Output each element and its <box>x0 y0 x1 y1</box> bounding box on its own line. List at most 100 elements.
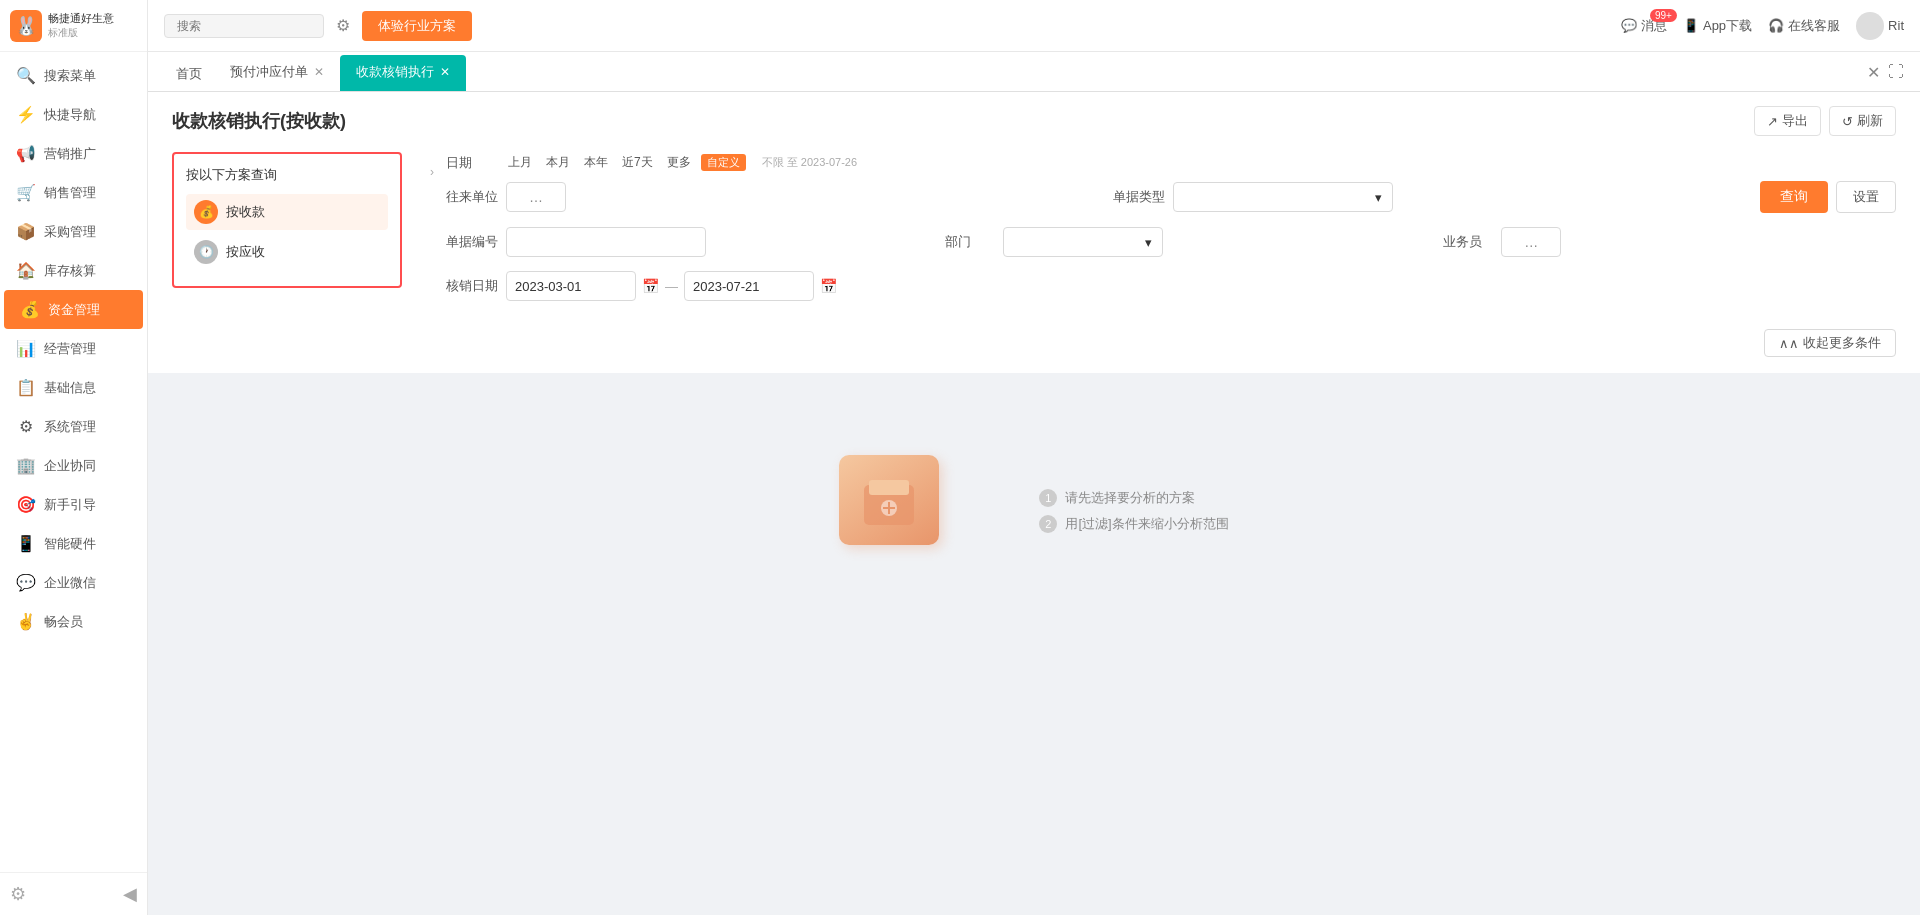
settings-icon[interactable]: ⚙ <box>10 883 26 905</box>
filter-option-label: 按收款 <box>226 203 265 221</box>
sidebar-item-label: 经营管理 <box>44 340 96 358</box>
docno-input[interactable] <box>506 227 706 257</box>
staff-input[interactable]: … <box>1501 227 1561 257</box>
sidebar-item-finance[interactable]: 💰 资金管理 <box>4 290 143 329</box>
search-icon: 🔍 <box>16 66 36 85</box>
expand-tab-button[interactable]: ⛶ <box>1888 62 1904 81</box>
service-icon: 🎧 <box>1768 18 1784 33</box>
receivable-icon: 🕐 <box>194 240 218 264</box>
close-tab-button[interactable]: ✕ <box>1867 62 1880 81</box>
refresh-button[interactable]: ↺ 刷新 <box>1829 106 1896 136</box>
purchase-icon: 📦 <box>16 222 36 241</box>
filter-collapse-btn[interactable]: › <box>422 152 442 192</box>
empty-box-icon <box>839 455 939 545</box>
filter-more-row: ∧∧ 收起更多条件 <box>172 329 1896 357</box>
svg-rect-1 <box>869 480 909 495</box>
date-7days[interactable]: 近7天 <box>618 152 657 173</box>
settings-gear-icon[interactable]: ⚙ <box>336 16 350 35</box>
operation-icon: 📊 <box>16 339 36 358</box>
doctype-select[interactable]: ▾ <box>1173 182 1393 212</box>
sidebar-item-label: 智能硬件 <box>44 535 96 553</box>
sidebar-bottom: ⚙ ◀ <box>0 872 147 915</box>
sidebar-item-basic[interactable]: 📋 基础信息 <box>0 368 147 407</box>
filter-option-by-receipt[interactable]: 💰 按收款 <box>186 194 388 230</box>
filter-fields-row-3: 单据编号 部门 ▾ 业务员 … <box>446 227 1896 257</box>
collapse-sidebar-btn[interactable]: ◀ <box>123 883 137 905</box>
topbar-left: ⚙ 体验行业方案 <box>164 11 472 41</box>
filter-date-row: 日期 上月 本月 本年 近7天 更多 自定义 不限 至 2023-0 <box>446 152 1896 173</box>
sidebar-item-hardware[interactable]: 📱 智能硬件 <box>0 524 147 563</box>
counterpart-input[interactable]: … <box>506 182 566 212</box>
filter-panel: 按以下方案查询 💰 按收款 🕐 按应收 › <box>148 136 1920 373</box>
chevron-down-icon: ▾ <box>1375 190 1382 205</box>
dept-field: 部门 ▾ <box>945 227 1398 257</box>
tab-receivable-close-icon[interactable]: ✕ <box>440 65 450 79</box>
sidebar-item-label: 销售管理 <box>44 184 96 202</box>
calendar-start-icon[interactable]: 📅 <box>642 278 659 294</box>
tab-prepay[interactable]: 预付冲应付单 ✕ <box>214 55 340 91</box>
filter-verify-date-row: 核销日期 📅 — 📅 <box>446 271 1896 301</box>
staff-field: 业务员 … <box>1443 227 1896 257</box>
finance-icon: 💰 <box>20 300 40 319</box>
filter-option-by-receivable[interactable]: 🕐 按应收 <box>186 234 388 270</box>
sidebar-item-label: 畅会员 <box>44 613 83 631</box>
filter-option-label: 按应收 <box>226 243 265 261</box>
verify-date-start-input[interactable] <box>506 271 636 301</box>
dept-select[interactable]: ▾ <box>1003 227 1163 257</box>
online-service-label: 在线客服 <box>1788 17 1840 35</box>
chevron-up-icon: ∧∧ <box>1779 336 1799 351</box>
tab-prepay-close-icon[interactable]: ✕ <box>314 65 324 79</box>
sidebar-menu: 🔍 搜索菜单 ⚡ 快捷导航 📢 营销推广 🛒 销售管理 📦 采购管理 🏠 库存核… <box>0 52 147 872</box>
topbar-search-input[interactable] <box>164 14 324 38</box>
counterpart-label: 往来单位 <box>446 188 498 206</box>
sidebar-item-operation[interactable]: 📊 经营管理 <box>0 329 147 368</box>
online-service-button[interactable]: 🎧 在线客服 <box>1768 17 1840 35</box>
sidebar-item-purchase[interactable]: 📦 采购管理 <box>0 212 147 251</box>
sidebar-item-sales[interactable]: 🛒 销售管理 <box>0 173 147 212</box>
more-conditions-button[interactable]: ∧∧ 收起更多条件 <box>1764 329 1896 357</box>
tab-home[interactable]: 首页 <box>164 57 214 91</box>
sidebar: 🐰 畅捷通好生意 标准版 🔍 搜索菜单 ⚡ 快捷导航 📢 营销推广 🛒 销售管理… <box>0 0 148 915</box>
sidebar-item-inventory[interactable]: 🏠 库存核算 <box>0 251 147 290</box>
date-this-month[interactable]: 本月 <box>542 152 574 173</box>
refresh-icon: ↺ <box>1842 114 1853 129</box>
filter-fields: 日期 上月 本月 本年 近7天 更多 自定义 不限 至 2023-0 <box>446 152 1896 315</box>
receipt-icon: 💰 <box>194 200 218 224</box>
sidebar-item-label: 企业协同 <box>44 457 96 475</box>
sidebar-item-wechat[interactable]: 💬 企业微信 <box>0 563 147 602</box>
basic-icon: 📋 <box>16 378 36 397</box>
export-button[interactable]: ↗ 导出 <box>1754 106 1821 136</box>
marketing-icon: 📢 <box>16 144 36 163</box>
tabbar-actions: ✕ ⛶ <box>1867 62 1904 81</box>
empty-text: 1 请先选择要分析的方案 2 用[过滤]条件来缩小分析范围 <box>1039 489 1228 541</box>
sidebar-item-marketing[interactable]: 📢 营销推广 <box>0 134 147 173</box>
sidebar-item-label: 新手引导 <box>44 496 96 514</box>
step-1-text: 请先选择要分析的方案 <box>1065 489 1195 507</box>
empty-step-1: 1 请先选择要分析的方案 <box>1039 489 1228 507</box>
inventory-icon: 🏠 <box>16 261 36 280</box>
date-this-year[interactable]: 本年 <box>580 152 612 173</box>
logo-icon: 🐰 <box>10 10 42 42</box>
calendar-end-icon[interactable]: 📅 <box>820 278 837 294</box>
tab-receivable[interactable]: 收款核销执行 ✕ <box>340 55 466 91</box>
settings-button[interactable]: 设置 <box>1836 181 1896 213</box>
verify-date-input-group: 📅 — 📅 <box>506 271 837 301</box>
verify-date-end-input[interactable] <box>684 271 814 301</box>
sidebar-item-guide[interactable]: 🎯 新手引导 <box>0 485 147 524</box>
sidebar-item-label: 系统管理 <box>44 418 96 436</box>
user-profile[interactable]: Rit <box>1856 12 1904 40</box>
date-custom-badge[interactable]: 自定义 <box>701 154 746 171</box>
app-download-button[interactable]: 📱 App下载 <box>1683 17 1752 35</box>
sidebar-item-quick[interactable]: ⚡ 快捷导航 <box>0 95 147 134</box>
sidebar-item-enterprise[interactable]: 🏢 企业协同 <box>0 446 147 485</box>
industry-solution-button[interactable]: 体验行业方案 <box>362 11 472 41</box>
docno-label: 单据编号 <box>446 233 498 251</box>
date-last-month[interactable]: 上月 <box>504 152 536 173</box>
sidebar-item-search[interactable]: 🔍 搜索菜单 <box>0 56 147 95</box>
query-button[interactable]: 查询 <box>1760 181 1828 213</box>
message-button[interactable]: 💬 消息 99+ <box>1621 17 1667 35</box>
date-more[interactable]: 更多 <box>663 152 695 173</box>
sidebar-item-member[interactable]: ✌ 畅会员 <box>0 602 147 641</box>
sidebar-item-system[interactable]: ⚙ 系统管理 <box>0 407 147 446</box>
enterprise-icon: 🏢 <box>16 456 36 475</box>
